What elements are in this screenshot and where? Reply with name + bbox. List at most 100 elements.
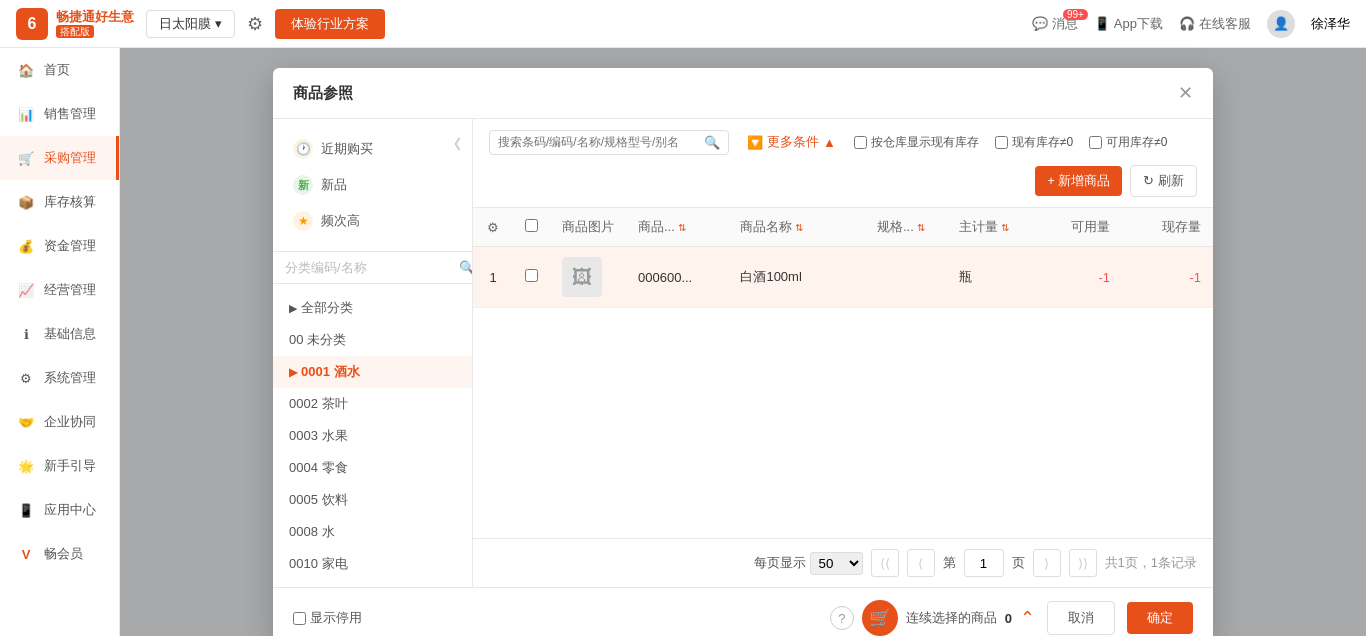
table-row[interactable]: 1 🖼 00 [473,247,1213,308]
show-disabled-checkbox[interactable]: 显示停用 [293,609,362,627]
category-00[interactable]: 00 未分类 [273,324,472,356]
cell-img: 🖼 [550,247,626,308]
sidebar-item-basic-info[interactable]: ℹ 基础信息 [0,312,119,356]
system-icon: ⚙ [16,368,36,388]
recent-icon: 🕐 [293,139,313,159]
home-icon: 🏠 [16,60,36,80]
modal-close-button[interactable]: ✕ [1178,82,1193,104]
cart-label: 连续选择的商品 [906,609,997,627]
help-icon[interactable]: ? [830,606,854,630]
all-arrow-icon: ▶ [289,302,297,315]
category-search-input[interactable] [285,260,453,275]
page-size-select[interactable]: 50 100 200 [810,552,863,575]
col-header-available: 可用量 [1031,208,1122,247]
main-content: 商品参照 ✕ 🕐 近期购买 [120,48,1366,636]
tab-new-products[interactable]: 新 新品 [277,167,389,203]
category-0001[interactable]: ▶ 0001 酒水 [273,356,472,388]
category-all[interactable]: ▶ 全部分类 [273,292,472,324]
product-search-input[interactable] [498,135,698,149]
page-suffix: 页 [1012,554,1025,572]
cell-spec [865,247,947,308]
col-header-img: 商品图片 [550,208,626,247]
page-number-input[interactable] [964,549,1004,577]
sidebar-item-home[interactable]: 🏠 首页 [0,48,119,92]
freq-icon: ★ [293,211,313,231]
next-page-button[interactable]: ⟩ [1033,549,1061,577]
collapse-cart-icon[interactable]: ⌃ [1020,607,1035,629]
sidebar-item-inventory[interactable]: 📦 库存核算 [0,180,119,224]
category-0005[interactable]: 0005 饮料 [273,484,472,516]
col-header-spec[interactable]: 规格... ⇅ [865,208,947,247]
messages-button[interactable]: 💬 消息 99+ [1032,15,1078,33]
sales-icon: 📊 [16,104,36,124]
cell-checkbox[interactable] [513,247,550,308]
sidebar-item-finance[interactable]: 💰 资金管理 [0,224,119,268]
table-settings-icon[interactable]: ⚙ [487,220,499,235]
tab-recent-purchase[interactable]: 🕐 近期购买 [277,131,389,167]
sidebar-item-apps[interactable]: 📱 应用中心 [0,488,119,532]
last-page-button[interactable]: ⟩⟩ [1069,549,1097,577]
sidebar-item-sales[interactable]: 📊 销售管理 [0,92,119,136]
checkbox-available-nonzero[interactable]: 可用库存≠0 [1089,134,1167,151]
sidebar-item-purchase[interactable]: 🛒 采购管理 [0,136,119,180]
category-0002[interactable]: 0002 茶叶 [273,388,472,420]
category-0004[interactable]: 0004 零食 [273,452,472,484]
sidebar-item-system[interactable]: ⚙ 系统管理 [0,356,119,400]
filter-checkboxes: 按仓库显示现有库存 现有库存≠0 可用库存≠0 [854,134,1168,151]
category-0010[interactable]: 0010 家电 [273,548,472,580]
prev-page-button[interactable]: ⟨ [907,549,935,577]
avatar[interactable]: 👤 [1267,10,1295,38]
info-icon: ℹ [16,324,36,344]
sidebar-item-guide[interactable]: 🌟 新手引导 [0,444,119,488]
collab-icon: 🤝 [16,412,36,432]
confirm-button[interactable]: 确定 [1127,602,1193,634]
refresh-button[interactable]: ↻ 刷新 [1130,165,1197,197]
new-icon: 新 [293,175,313,195]
more-filters-button[interactable]: 🔽 更多条件 ▲ [739,129,844,155]
product-table: ⚙ 商品图片 [473,208,1213,308]
modal-toolbar: 🔍 🔽 更多条件 ▲ 按仓库显示现有库存 [473,119,1213,208]
left-tabs: 🕐 近期购买 新 新品 ★ 频次高 [273,119,472,252]
sidebar-item-collab[interactable]: 🤝 企业协同 [0,400,119,444]
gear-icon[interactable]: ⚙ [247,13,263,35]
col-header-code[interactable]: 商品... ⇅ [626,208,728,247]
col-header-unit[interactable]: 主计量 ⇅ [947,208,1031,247]
tab-frequent[interactable]: ★ 频次高 [277,203,389,239]
category-0008[interactable]: 0008 水 [273,516,472,548]
col-header-name[interactable]: 商品名称 ⇅ [728,208,865,247]
app-download-button[interactable]: 📱 App下载 [1094,15,1163,33]
sidebar-item-member[interactable]: V 畅会员 [0,532,119,576]
collapse-left-button[interactable]: 《 [444,131,464,151]
select-all-checkbox[interactable] [525,219,538,232]
category-0003[interactable]: 0003 水果 [273,420,472,452]
active-arrow-icon: ▶ [289,366,297,379]
product-search-icon[interactable]: 🔍 [704,135,720,150]
checkbox-nonzero-stock[interactable]: 现有库存≠0 [995,134,1073,151]
col-header-checkbox [513,208,550,247]
logo: 6 畅捷通好生意 搭配版 [16,8,134,40]
filter-arrow-icon: ▲ [823,135,836,150]
cell-num: 1 [473,247,513,308]
product-table-container: ⚙ 商品图片 [473,208,1213,538]
cell-code: 000600... [626,247,728,308]
row-checkbox[interactable] [525,269,538,282]
cell-stock: -1 [1122,247,1213,308]
sort-spec-icon: ⇅ [917,222,925,233]
checkbox-warehouse-stock[interactable]: 按仓库显示现有库存 [854,134,979,151]
filter-icon: 🔽 [747,135,763,150]
modal-right-panel: 🔍 🔽 更多条件 ▲ 按仓库显示现有库存 [473,119,1213,587]
add-product-button[interactable]: + 新增商品 [1035,166,1122,196]
category-search-icon[interactable]: 🔍 [459,260,473,275]
first-page-button[interactable]: ⟨⟨ [871,549,899,577]
chevron-down-icon: ▾ [215,16,222,31]
online-service-button[interactable]: 🎧 在线客服 [1179,15,1251,33]
cart-icon[interactable]: 🛒 [862,600,898,636]
store-selector[interactable]: 日太阳膜 ▾ [146,10,235,38]
page-total: 共1页，1条记录 [1105,554,1197,572]
cell-available: -1 [1031,247,1122,308]
trial-button[interactable]: 体验行业方案 [275,9,385,39]
toolbar-right-actions: + 新增商品 ↻ 刷新 [1035,165,1197,197]
sidebar-item-business[interactable]: 📈 经营管理 [0,268,119,312]
cancel-button[interactable]: 取消 [1047,601,1115,635]
purchase-icon: 🛒 [16,148,36,168]
